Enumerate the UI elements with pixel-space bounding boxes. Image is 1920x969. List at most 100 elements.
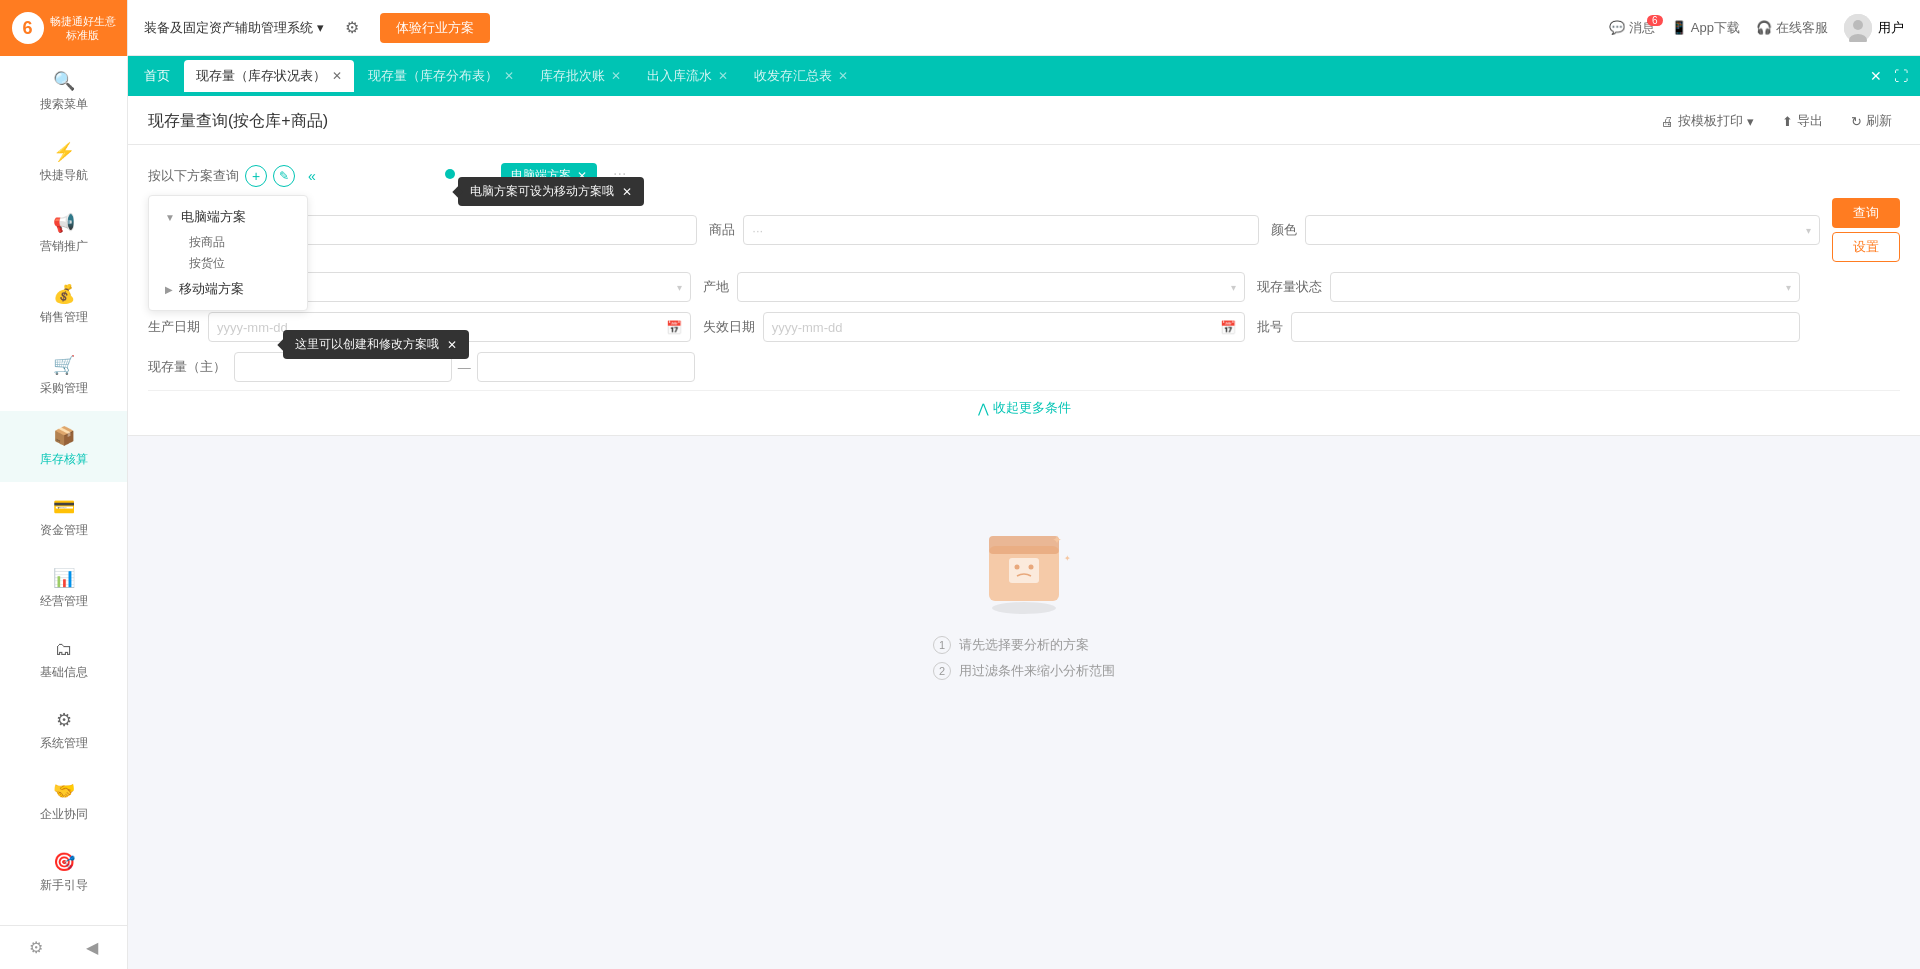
tab-bar-right: ✕ ⛶ [1866, 64, 1916, 88]
scheme-sub-by-location[interactable]: 按货位 [181, 253, 307, 274]
collapse-sidebar-btn[interactable]: ◀ [82, 934, 102, 961]
online-support-button[interactable]: 🎧 在线客服 [1756, 19, 1828, 37]
field-color: 颜色 ▾ [1271, 215, 1820, 245]
produce-date-label: 生产日期 [148, 318, 200, 336]
main-area: 装备及固定资产辅助管理系统 ▾ ⚙ 体验行业方案 💬 消息 6 📱 App下载 … [128, 0, 1920, 969]
tab-close-inventory-dist[interactable]: ✕ [504, 69, 514, 83]
edit-scheme-button[interactable]: ✎ [273, 165, 295, 187]
phone-icon: 📱 [1671, 20, 1687, 35]
product-input[interactable]: ··· [743, 215, 1258, 245]
tab-inventory-status[interactable]: 现存量（库存状况表） ✕ [184, 60, 354, 92]
gear-button[interactable]: ⚙ [336, 12, 368, 44]
filter-by-label: 按以下方案查询 [148, 167, 239, 185]
header-right: 💬 消息 6 📱 App下载 🎧 在线客服 [1609, 14, 1904, 42]
create-tooltip: 这里可以创建和修改方案哦 ✕ [283, 330, 469, 359]
refresh-button[interactable]: ↻ 刷新 [1843, 108, 1900, 134]
settings-bottom-btn[interactable]: ⚙ [25, 934, 47, 961]
svg-point-8 [992, 602, 1056, 614]
print-arrow-icon: ▾ [1747, 114, 1754, 129]
status-select[interactable]: ▾ [1330, 272, 1800, 302]
tab-close-batch-ledger[interactable]: ✕ [611, 69, 621, 83]
app-download-button[interactable]: 📱 App下载 [1671, 19, 1740, 37]
collapse-up-icon: ⋀ [978, 401, 989, 416]
expire-date-icon: 📅 [1220, 320, 1236, 335]
user-area[interactable]: 用户 [1844, 14, 1904, 42]
sales-icon: 💰 [53, 283, 75, 305]
search-btn-group: 查询 设置 [1832, 198, 1900, 262]
tab-inventory-dist[interactable]: 现存量（库存分布表） ✕ [356, 60, 526, 92]
print-button[interactable]: 🖨 按模板打印 ▾ [1653, 108, 1762, 134]
tab-batch-ledger[interactable]: 库存批次账 ✕ [528, 60, 633, 92]
qty-label: 现存量（主） [148, 358, 226, 376]
industry-button[interactable]: 体验行业方案 [380, 13, 490, 43]
page-title: 现存量查询(按仓库+商品) [148, 111, 328, 132]
page-title-row: 现存量查询(按仓库+商品) 🖨 按模板打印 ▾ ⬆ 导出 ↻ 刷新 [148, 108, 1900, 144]
collapse-icon: ▶ [165, 284, 173, 295]
message-button[interactable]: 💬 消息 6 [1609, 19, 1655, 37]
search-button[interactable]: 查询 [1832, 198, 1900, 228]
tab-close-inout-flow[interactable]: ✕ [718, 69, 728, 83]
scheme-connector-dot [445, 169, 455, 179]
svg-rect-4 [989, 536, 1059, 554]
message-badge: 6 [1647, 15, 1663, 26]
sidebar-item-search[interactable]: 🔍 搜索菜单 [0, 56, 127, 127]
scheme-item-desktop[interactable]: ▼ 电脑端方案 [149, 204, 307, 230]
sidebar: 6 畅捷通好生意 标准版 🔍 搜索菜单 ⚡ 快捷导航 📢 营销推广 💰 销售管理… [0, 0, 128, 969]
page-actions: 🖨 按模板打印 ▾ ⬆ 导出 ↻ 刷新 [1653, 108, 1900, 134]
sidebar-item-ops[interactable]: 📊 经营管理 [0, 553, 127, 624]
origin-select[interactable]: ▾ [737, 272, 1246, 302]
tab-fullscreen-icon[interactable]: ⛶ [1890, 64, 1912, 88]
sidebar-item-sales[interactable]: 💰 销售管理 [0, 269, 127, 340]
expire-date-input[interactable]: yyyy-mm-dd 📅 [763, 312, 1246, 342]
page-content: 现存量查询(按仓库+商品) 🖨 按模板打印 ▾ ⬆ 导出 ↻ 刷新 [128, 96, 1920, 969]
page-header-area: 现存量查询(按仓库+商品) 🖨 按模板打印 ▾ ⬆ 导出 ↻ 刷新 [128, 96, 1920, 145]
tab-close-all-icon[interactable]: ✕ [1866, 64, 1886, 88]
scheme-sub-by-product[interactable]: 按商品 [181, 232, 307, 253]
add-scheme-button[interactable]: + [245, 165, 267, 187]
sidebar-item-inventory[interactable]: 📦 库存核算 [0, 411, 127, 482]
field-status: 现存量状态 ▾ [1257, 272, 1800, 302]
tab-close-recv-summary[interactable]: ✕ [838, 69, 848, 83]
refresh-icon: ↻ [1851, 114, 1862, 129]
tab-close-inventory-status[interactable]: ✕ [332, 69, 342, 83]
qty-range-dash: — [458, 360, 471, 375]
expire-date-label: 失效日期 [703, 318, 755, 336]
collab-icon: 🤝 [53, 780, 75, 802]
sidebar-item-collab[interactable]: 🤝 企业协同 [0, 766, 127, 837]
tab-home[interactable]: 首页 [132, 60, 182, 92]
empty-hints: 1 请先选择要分析的方案 2 用过滤条件来缩小分析范围 [933, 632, 1115, 684]
scheme-item-mobile[interactable]: ▶ 移动端方案 [149, 276, 307, 302]
svg-text:✦: ✦ [1064, 554, 1071, 563]
sidebar-item-finance[interactable]: 💳 资金管理 [0, 482, 127, 553]
reset-button[interactable]: 设置 [1832, 232, 1900, 262]
tooltip2-close-icon[interactable]: ✕ [447, 338, 457, 352]
sidebar-item-nav[interactable]: ⚡ 快捷导航 [0, 127, 127, 198]
sidebar-item-system[interactable]: ⚙ 系统管理 [0, 695, 127, 766]
marketing-icon: 📢 [53, 212, 75, 234]
system-selector[interactable]: 装备及固定资产辅助管理系统 ▾ [144, 19, 324, 37]
field-expire-date: 失效日期 yyyy-mm-dd 📅 [703, 312, 1246, 342]
status-label: 现存量状态 [1257, 278, 1322, 296]
sidebar-item-basic[interactable]: 🗂 基础信息 [0, 624, 127, 695]
dropdown-arrow-icon: ▾ [317, 20, 324, 35]
tab-recv-summary[interactable]: 收发存汇总表 ✕ [742, 60, 860, 92]
produce-date-icon: 📅 [666, 320, 682, 335]
svg-text:✦: ✦ [1052, 533, 1062, 547]
tab-inout-flow[interactable]: 出入库流水 ✕ [635, 60, 740, 92]
batch-input[interactable] [1291, 312, 1800, 342]
filter-label-area: 按以下方案查询 + ✎ « [148, 159, 323, 187]
scheme-arrow-button[interactable]: « [301, 165, 323, 187]
sidebar-item-purchase[interactable]: 🛒 采购管理 [0, 340, 127, 411]
color-label: 颜色 [1271, 221, 1297, 239]
sidebar-item-guide[interactable]: 🎯 新手引导 [0, 837, 127, 908]
collapse-button[interactable]: ⋀ 收起更多条件 [978, 399, 1071, 417]
guide-icon: 🎯 [53, 851, 75, 873]
sidebar-item-marketing[interactable]: 📢 营销推广 [0, 198, 127, 269]
color-select[interactable]: ▾ [1305, 215, 1820, 245]
print-icon: 🖨 [1661, 114, 1674, 129]
export-button[interactable]: ⬆ 导出 [1774, 108, 1831, 134]
logo-text: 畅捷通好生意 标准版 [50, 14, 116, 43]
export-icon: ⬆ [1782, 114, 1793, 129]
tooltip-close-icon[interactable]: ✕ [622, 185, 632, 199]
qty-max-input[interactable] [477, 352, 695, 382]
